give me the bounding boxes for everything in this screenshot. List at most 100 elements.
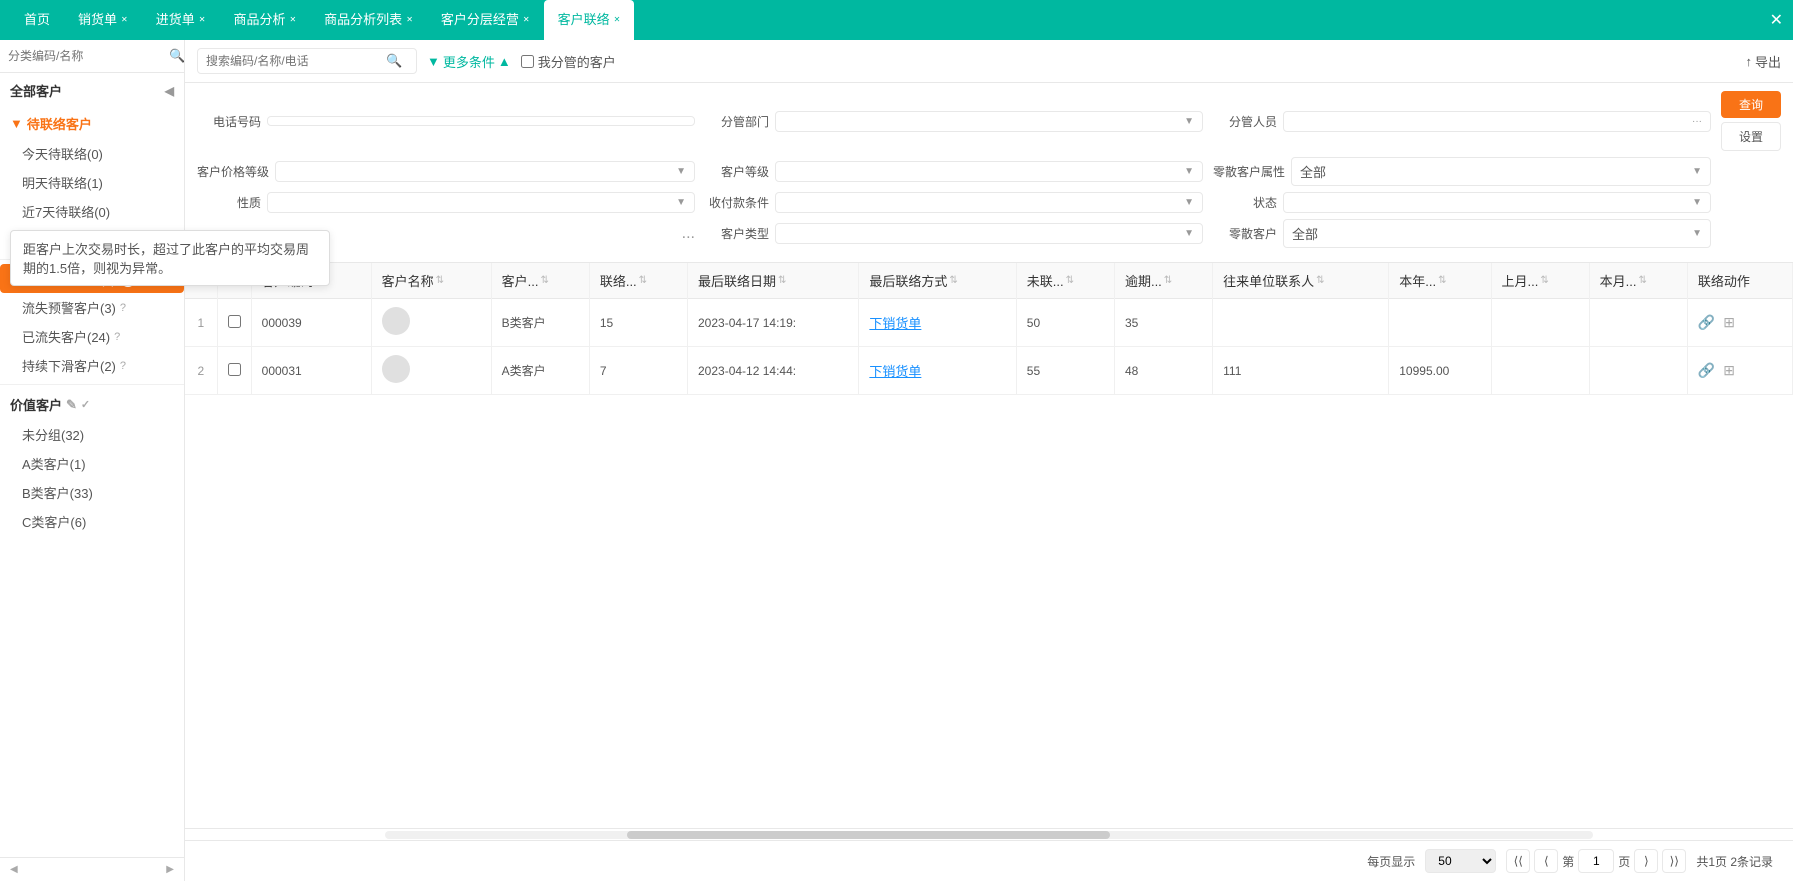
sidebar-7day-pending[interactable]: 近7天待联络(0) (0, 197, 184, 226)
sidebar-bottom-left-arrow[interactable]: ◀ (10, 864, 18, 875)
filter-retail-customer-select[interactable]: 全部 ▼ (1283, 219, 1711, 248)
nav-purchase-close[interactable]: ✕ (199, 0, 206, 40)
sidebar-class-a[interactable]: A类客户(1) (0, 449, 184, 478)
sidebar-today-pending[interactable]: 今天待联络(0) (0, 139, 184, 168)
sidebar-search-input[interactable] (8, 49, 163, 63)
filter-customer-level-select[interactable]: ▼ (775, 161, 1203, 182)
sort-icon-year[interactable]: ⇅ (1438, 275, 1446, 286)
sidebar-search-icon[interactable]: 🔍 (169, 48, 185, 64)
nav-customer-contact-close[interactable]: ✕ (614, 0, 621, 40)
my-customer-check-input[interactable] (521, 55, 534, 68)
filter-customer-level: 客户等级 ▼ (705, 161, 1203, 182)
action-grid-icon-1[interactable]: ⊞ (1723, 314, 1735, 331)
sidebar-pending-contact-header[interactable]: ▼ 待联络客户 (0, 108, 184, 139)
nav-purchase[interactable]: 进货单 ✕ (142, 0, 220, 40)
filter-manager-select[interactable]: ··· (1283, 111, 1711, 132)
main-search-input[interactable] (206, 54, 386, 68)
filter-retail-attr-select[interactable]: 全部 ▼ (1291, 157, 1711, 186)
per-page-select[interactable]: 50 100 (1425, 849, 1496, 873)
horizontal-scrollbar[interactable] (185, 828, 1793, 840)
td-code-2: 000031 (251, 347, 371, 395)
settings-button[interactable]: 设置 (1721, 122, 1781, 151)
th-uncontacted: 未联... ⇅ (1016, 263, 1114, 299)
td-method-2[interactable]: 下销货单 (859, 347, 1016, 395)
last-page-button[interactable]: ⟩⟩ (1662, 849, 1686, 873)
filter-phone-input[interactable] (267, 116, 695, 126)
td-method-1[interactable]: 下销货单 (859, 299, 1016, 347)
nav-customer-tier-close[interactable]: ✕ (523, 0, 530, 40)
filter-status-select[interactable]: ▼ (1283, 192, 1711, 213)
sidebar-all-customers[interactable]: 全部客户 ◀ (0, 73, 184, 108)
next-page-button[interactable]: ⟩ (1634, 849, 1658, 873)
more-filter-button[interactable]: ▼ 更多条件 ▲ (427, 52, 511, 71)
filter-price-level-select[interactable]: ▼ (275, 161, 695, 182)
filter-dots-area: ... (267, 225, 695, 243)
sort-icon-contact[interactable]: ⇅ (639, 275, 647, 286)
td-actions-2: 🔗 ⊞ (1687, 347, 1792, 395)
page-of-label: 页 (1618, 853, 1630, 870)
page-input[interactable] (1578, 849, 1614, 873)
sidebar-lost-customers[interactable]: 已流失客户(24) ? (0, 322, 184, 351)
sort-icon-unit[interactable]: ⇅ (1316, 275, 1324, 286)
sidebar-class-b[interactable]: B类客户(33) (0, 478, 184, 507)
sidebar-bottom: ◀ ▶ (0, 857, 184, 881)
export-button[interactable]: ↑ 导出 (1745, 52, 1781, 71)
nav-sales[interactable]: 销货单 ✕ (64, 0, 142, 40)
nav-analysis-close[interactable]: ✕ (289, 0, 296, 40)
main-search-icon[interactable]: 🔍 (386, 53, 402, 69)
nav-customer-contact[interactable]: 客户联络 ✕ (544, 0, 635, 40)
scrollbar-thumb[interactable] (627, 831, 1110, 839)
sidebar-class-c[interactable]: C类客户(6) (0, 507, 184, 536)
nav-analysis-list-close[interactable]: ✕ (406, 0, 413, 40)
my-customer-checkbox[interactable]: 我分管的客户 (521, 52, 616, 71)
sort-icon-method[interactable]: ⇅ (949, 275, 957, 286)
td-type-1: B类客户 (491, 299, 589, 347)
query-button[interactable]: 查询 (1721, 91, 1781, 118)
chevron-down-icon-4: ▼ (1184, 166, 1194, 177)
filter-customer-type: 客户类型 ▼ (705, 223, 1203, 244)
filter-dept-select[interactable]: ▼ (775, 111, 1203, 132)
nav-analysis-list[interactable]: 商品分析列表 ✕ (310, 0, 427, 40)
row-1-checkbox[interactable] (228, 315, 241, 328)
sort-icon-overdue[interactable]: ⇅ (1164, 275, 1172, 286)
filter-nature: 性质 ▼ (197, 192, 695, 213)
sidebar-tomorrow-pending[interactable]: 明天待联络(1) (0, 168, 184, 197)
sort-icon-name[interactable]: ⇅ (436, 275, 444, 286)
decline-icon[interactable]: ? (120, 360, 126, 372)
sort-icon-type[interactable]: ⇅ (541, 275, 549, 286)
close-all-button[interactable]: ✕ (1770, 10, 1783, 30)
sidebar-lost-potential[interactable]: 流失预警客户(3) ? (0, 293, 184, 322)
filter-payment-select[interactable]: ▼ (775, 192, 1203, 213)
filter-customer-type-select[interactable]: ▼ (775, 223, 1203, 244)
action-grid-icon-2[interactable]: ⊞ (1723, 362, 1735, 379)
collapse-icon[interactable]: ◀ (165, 84, 174, 98)
lost-potential-icon[interactable]: ? (120, 302, 126, 314)
sidebar-bottom-right-arrow[interactable]: ▶ (166, 864, 174, 875)
sort-icon-uncontact[interactable]: ⇅ (1066, 275, 1074, 286)
nav-sales-close[interactable]: ✕ (121, 0, 128, 40)
action-link-icon-2[interactable]: 🔗 (1698, 362, 1715, 379)
lost-icon[interactable]: ? (114, 331, 120, 343)
top-nav: 首页 销货单 ✕ 进货单 ✕ 商品分析 ✕ 商品分析列表 ✕ 客户分层经营 ✕ … (0, 0, 1793, 40)
sort-icon-date[interactable]: ⇅ (778, 275, 786, 286)
th-last-contact-date: 最后联络日期 ⇅ (688, 263, 859, 299)
sidebar-value-edit-icon[interactable]: ✎ (66, 397, 77, 413)
filter-nature-select[interactable]: ▼ (267, 192, 695, 213)
first-page-button[interactable]: ⟨⟨ (1506, 849, 1530, 873)
sort-icon-lmonth[interactable]: ⇅ (1540, 275, 1548, 286)
sidebar-value-check-icon[interactable]: ✓ (81, 398, 90, 411)
filter-row-3: 性质 ▼ 收付款条件 ▼ 状态 (197, 192, 1781, 213)
chevron-down-icon-3: ▼ (676, 166, 686, 177)
chevron-down-icon-2: ··· (1692, 116, 1702, 127)
sidebar-ungraded[interactable]: 未分组(32) (0, 420, 184, 449)
sidebar-continuous-decline[interactable]: 持续下滑客户(2) ? (0, 351, 184, 380)
action-link-icon-1[interactable]: 🔗 (1698, 314, 1715, 331)
row-2-checkbox[interactable] (228, 363, 241, 376)
nav-analysis[interactable]: 商品分析 ✕ (219, 0, 310, 40)
nav-home[interactable]: 首页 (10, 0, 64, 40)
prev-page-button[interactable]: ⟨ (1534, 849, 1558, 873)
chevron-down-icon: ▼ (1184, 116, 1194, 127)
filter-dots[interactable]: ... (682, 225, 695, 243)
sort-icon-month[interactable]: ⇅ (1639, 275, 1647, 286)
nav-customer-tier[interactable]: 客户分层经营 ✕ (427, 0, 544, 40)
